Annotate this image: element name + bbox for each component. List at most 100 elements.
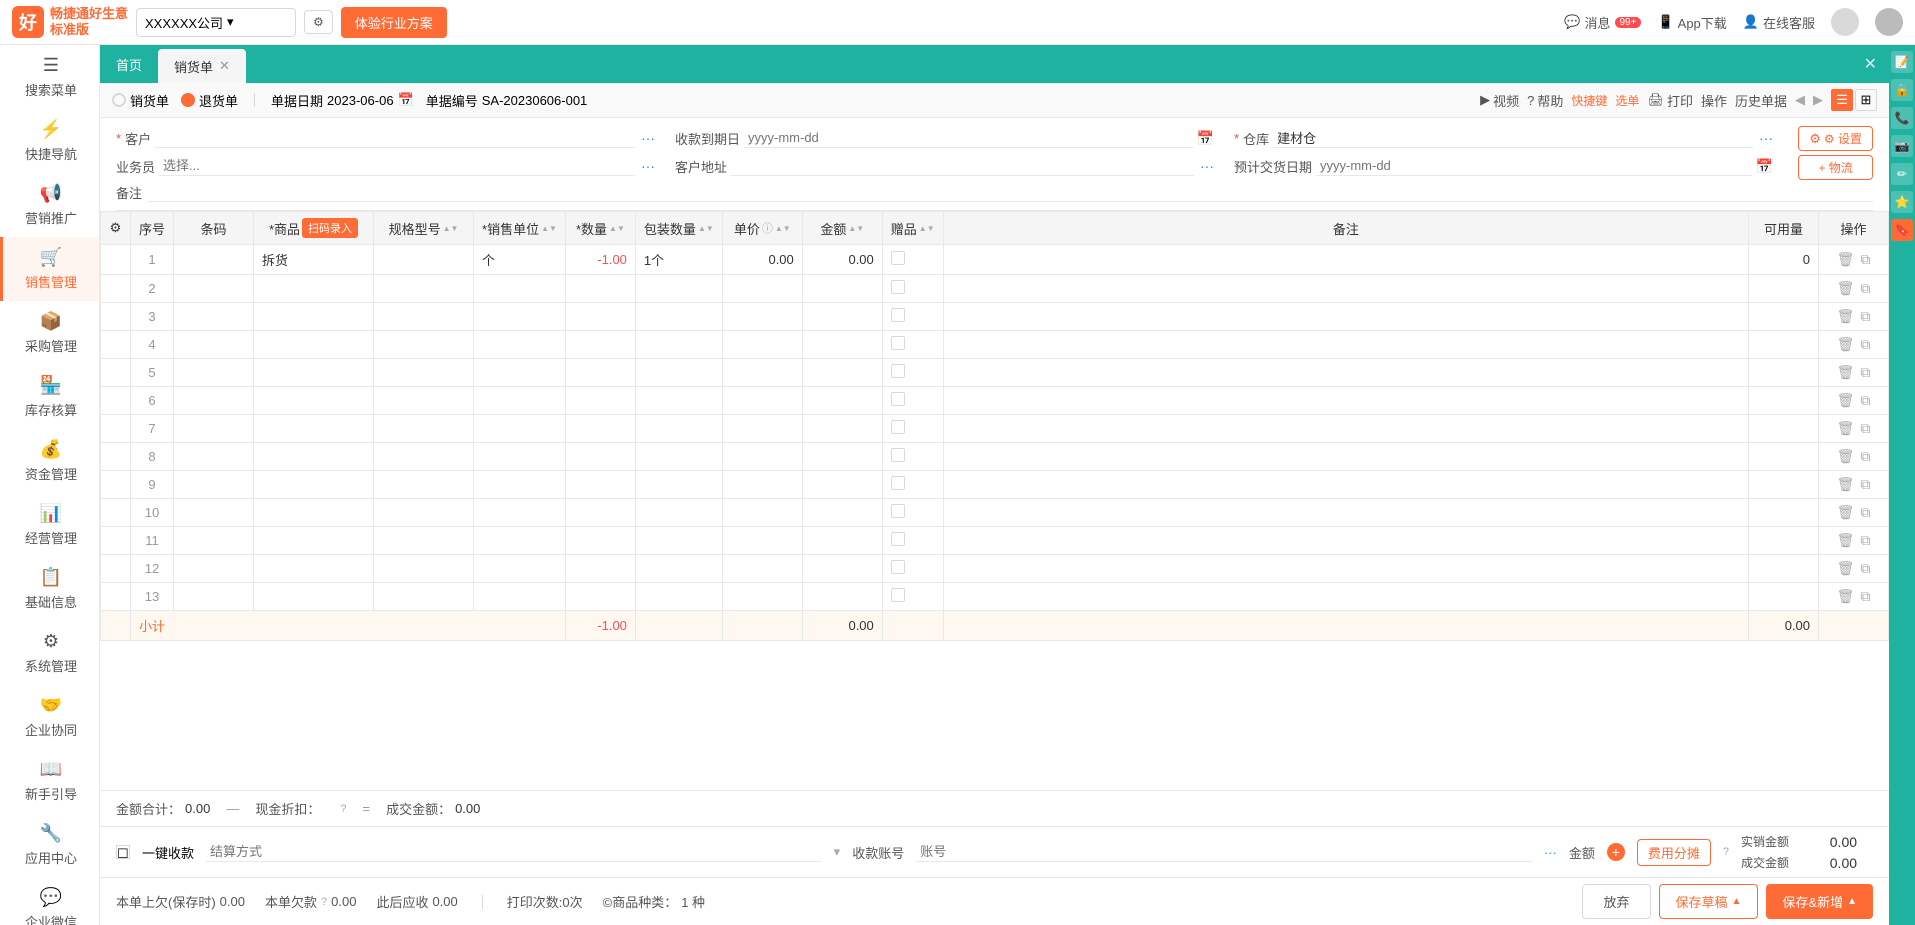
td-price-1[interactable]: 0.00 <box>722 245 802 275</box>
history-btn[interactable]: 历史单据 <box>1735 91 1787 110</box>
sidebar-item-apps[interactable]: 🔧 应用中心 <box>0 813 99 877</box>
delete-row-icon-13[interactable]: 🗑 <box>1837 588 1855 605</box>
logistics-action-btn[interactable]: + 物流 <box>1798 155 1873 180</box>
sidebar-item-quick-nav[interactable]: ⚡ 快捷导航 <box>0 109 99 173</box>
expected-date-calendar-icon[interactable]: 📅 <box>1756 158 1773 175</box>
company-select[interactable]: XXXXXX公司 ▾ <box>136 8 296 37</box>
sidebar-item-basic[interactable]: 📋 基础信息 <box>0 557 99 621</box>
short-info-icon[interactable]: ? <box>321 896 327 908</box>
radio-return-order[interactable]: 退货单 <box>181 91 238 110</box>
sidebar-item-collab[interactable]: 🤝 企业协同 <box>0 685 99 749</box>
td-barcode-1[interactable] <box>174 245 254 275</box>
address-dots-btn[interactable]: ··· <box>1200 158 1214 174</box>
copy-row-icon-3[interactable]: ⧉ <box>1860 308 1870 325</box>
copy-row-icon-8[interactable]: ⧉ <box>1860 448 1870 465</box>
shortcut-btn[interactable]: 快捷键 <box>1571 92 1607 109</box>
delete-row-icon-12[interactable]: 🗑 <box>1837 560 1855 577</box>
expense-split-btn[interactable]: 费用分摊 <box>1637 839 1711 866</box>
avatar[interactable] <box>1831 8 1859 36</box>
nav-prev-btn[interactable]: ◀ <box>1795 92 1805 108</box>
list-view-grid-btn[interactable]: ⊞ <box>1855 89 1877 111</box>
delete-row-icon-4[interactable]: 🗑 <box>1837 336 1855 353</box>
delete-row-icon-1[interactable]: 🗑 <box>1837 251 1855 268</box>
copy-row-icon-5[interactable]: ⧉ <box>1860 364 1870 381</box>
copy-row-icon-13[interactable]: ⧉ <box>1860 588 1870 605</box>
app-download-btn[interactable]: 📱 App下载 <box>1657 13 1726 32</box>
td-spec-1[interactable] <box>374 245 474 275</box>
delete-row-icon-7[interactable]: 🗑 <box>1837 420 1855 437</box>
td-product-1[interactable]: 拆货 <box>254 245 374 275</box>
td-amount-1[interactable]: 0.00 <box>802 245 882 275</box>
sidebar-item-guide[interactable]: 📖 新手引导 <box>0 749 99 813</box>
customer-input[interactable] <box>155 128 635 148</box>
sidebar-item-wechat[interactable]: 💬 企业微信 <box>0 877 99 925</box>
customer-dots-btn[interactable]: ··· <box>641 130 655 146</box>
td-qty-1[interactable]: -1.00 <box>565 245 635 275</box>
discard-btn[interactable]: 放弃 <box>1582 884 1650 919</box>
save-new-btn[interactable]: 保存&新增 ▲ <box>1766 884 1873 919</box>
delete-row-icon-6[interactable]: 🗑 <box>1837 392 1855 409</box>
settings-action-btn[interactable]: ⚙ ⚙ 设置 <box>1798 126 1873 151</box>
right-sidebar-phone-btn[interactable]: 📞 <box>1891 107 1913 129</box>
one-click-payment-checkbox[interactable]: ☐ <box>116 845 130 859</box>
right-sidebar-edit-btn[interactable]: ✏ <box>1891 163 1913 185</box>
expected-date-input[interactable] <box>1316 156 1752 176</box>
sidebar-item-purchase[interactable]: 📦 采购管理 <box>0 301 99 365</box>
save-draft-btn[interactable]: 保存草稿 ▲ <box>1659 884 1759 919</box>
sidebar-item-finance[interactable]: 💰 资金管理 <box>0 429 99 493</box>
right-sidebar-lock-btn[interactable]: 🔒 <box>1891 79 1913 101</box>
tab-sales-order[interactable]: 销货单 ✕ <box>158 49 246 83</box>
help-btn[interactable]: ? 帮助 <box>1527 91 1563 110</box>
copy-row-icon-7[interactable]: ⧉ <box>1860 420 1870 437</box>
dots-btn[interactable]: ··· <box>1544 845 1557 860</box>
copy-row-icon-11[interactable]: ⧉ <box>1860 532 1870 549</box>
copy-row-icon-4[interactable]: ⧉ <box>1860 336 1870 353</box>
delete-row-icon-2[interactable]: 🗑 <box>1837 280 1855 297</box>
td-packqty-1[interactable]: 1个 <box>635 245 722 275</box>
warehouse-input[interactable] <box>1273 128 1753 148</box>
td-remark-1[interactable] <box>943 245 1748 275</box>
list-view-lines-btn[interactable]: ☰ <box>1831 89 1853 111</box>
settlement-method-caret[interactable]: ▾ <box>834 844 841 860</box>
due-date-calendar-icon[interactable]: 📅 <box>1197 130 1214 147</box>
remarks-input[interactable] <box>148 182 1873 202</box>
trial-btn[interactable]: 体验行业方案 <box>341 7 447 38</box>
sidebar-item-inventory[interactable]: 🏪 库存核算 <box>0 365 99 429</box>
settlement-method-input[interactable] <box>206 842 822 862</box>
sidebar-item-system[interactable]: ⚙ 系统管理 <box>0 621 99 685</box>
expense-info-icon[interactable]: ? <box>1723 846 1729 858</box>
copy-row-icon-9[interactable]: ⧉ <box>1860 476 1870 493</box>
operate-btn[interactable]: 操作 <box>1701 91 1727 110</box>
tab-home[interactable]: 首页 <box>100 45 158 83</box>
th-settings[interactable]: ⚙ <box>101 212 131 245</box>
sidebar-item-marketing[interactable]: 📢 营销推广 <box>0 173 99 237</box>
right-sidebar-notes-btn[interactable]: 📝 <box>1891 51 1913 73</box>
add-payment-btn[interactable]: + <box>1607 843 1625 861</box>
td-unit-1[interactable]: 个 <box>474 245 566 275</box>
settings-gear-btn[interactable]: ⚙ <box>304 10 333 34</box>
delete-row-icon-8[interactable]: 🗑 <box>1837 448 1855 465</box>
salesperson-dots-btn[interactable]: ··· <box>641 158 655 174</box>
account-input[interactable] <box>916 842 1532 862</box>
td-gift-1[interactable] <box>882 245 943 275</box>
warehouse-dots-btn[interactable]: ··· <box>1759 130 1773 146</box>
salesperson-input[interactable] <box>159 156 635 176</box>
print-btn[interactable]: 🖨 打印 <box>1647 91 1693 110</box>
due-date-input[interactable] <box>744 128 1193 148</box>
copy-row-icon-2[interactable]: ⧉ <box>1860 280 1870 297</box>
sidebar-item-search[interactable]: ☰ 搜索菜单 <box>0 45 99 109</box>
nav-next-btn[interactable]: ▶ <box>1813 92 1823 108</box>
tab-close-icon[interactable]: ✕ <box>219 58 230 74</box>
delete-row-icon-10[interactable]: 🗑 <box>1837 504 1855 521</box>
customer-address-input[interactable] <box>731 156 1194 176</box>
scan-barcode-btn[interactable]: 扫码录入 <box>302 218 358 238</box>
discount-info-icon[interactable]: ? <box>340 803 346 815</box>
delete-row-icon-3[interactable]: 🗑 <box>1837 308 1855 325</box>
radio-sales-order[interactable]: 销货单 <box>112 91 169 110</box>
right-sidebar-star-btn[interactable]: ⭐ <box>1891 191 1913 213</box>
copy-row-icon-6[interactable]: ⧉ <box>1860 392 1870 409</box>
video-btn[interactable]: ▶ 视频 <box>1480 91 1519 110</box>
copy-row-icon-10[interactable]: ⧉ <box>1860 504 1870 521</box>
online-service-btn[interactable]: 👤 在线客服 <box>1743 13 1815 32</box>
delete-row-icon-11[interactable]: 🗑 <box>1837 532 1855 549</box>
